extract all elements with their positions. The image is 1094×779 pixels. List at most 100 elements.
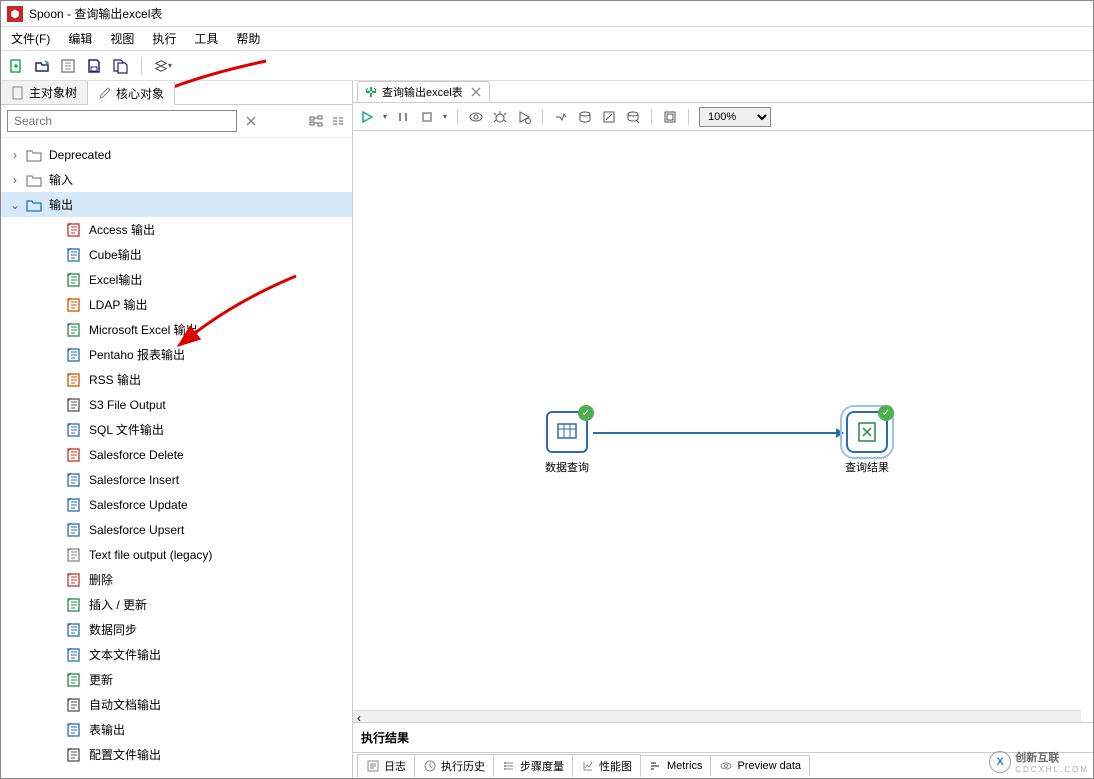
tree-output[interactable]: ⌄ 输出 (1, 192, 352, 217)
tab-core-objects-label: 核心对象 (116, 85, 164, 102)
menu-edit[interactable]: 编辑 (66, 28, 94, 49)
close-tab-icon[interactable] (471, 87, 481, 97)
menu-tools[interactable]: 工具 (192, 28, 220, 49)
tree-deprecated[interactable]: › Deprecated (1, 142, 352, 167)
tree-output-item[interactable]: Salesforce Delete (45, 442, 352, 467)
results-tab-gantt[interactable]: Metrics (640, 755, 711, 776)
tab-core-objects[interactable]: 核心对象 (88, 82, 175, 105)
metrics-icon (649, 759, 663, 773)
chevron-right-icon[interactable]: › (7, 148, 23, 162)
horizontal-scrollbar[interactable]: ‹ (353, 710, 1081, 722)
expand-all-icon[interactable] (308, 113, 324, 129)
debug-icon[interactable] (492, 109, 508, 125)
perf-graph-icon (581, 759, 595, 773)
tree-output-item[interactable]: 文本文件输出 (45, 642, 352, 667)
tree-output-item[interactable]: Text file output (legacy) (45, 542, 352, 567)
run-icon[interactable] (359, 109, 375, 125)
tree-output-item[interactable]: 删除 (45, 567, 352, 592)
run-dropdown-icon[interactable]: ▾ (383, 112, 387, 121)
step-icon (65, 622, 83, 638)
tree-output-item[interactable]: Cube输出 (45, 242, 352, 267)
preview-icon[interactable] (468, 109, 484, 125)
folder-icon (25, 172, 43, 188)
step-icon (65, 372, 83, 388)
history-icon (423, 759, 437, 773)
results-tab-metrics[interactable]: 步骤度量 (493, 754, 573, 777)
tree-item-label: Pentaho 报表输出 (89, 346, 185, 363)
tree-item-label: 配置文件输出 (89, 746, 161, 763)
results-tabs: 日志 执行历史 步骤度量 性能图 Metrics Preview data (353, 752, 1093, 778)
tree-output-item[interactable]: Pentaho 报表输出 (45, 342, 352, 367)
zoom-select[interactable]: 100% (699, 107, 771, 127)
open-file-icon[interactable] (33, 57, 51, 75)
editor-tab[interactable]: 查询输出excel表 (357, 81, 490, 102)
tree-output-item[interactable]: LDAP 输出 (45, 292, 352, 317)
tree-output-item[interactable]: 更新 (45, 667, 352, 692)
tree-item-label: Excel输出 (89, 271, 142, 288)
tree-output-item[interactable]: Excel输出 (45, 267, 352, 292)
tree-output-item[interactable]: SQL 文件输出 (45, 417, 352, 442)
tree-output-item[interactable]: S3 File Output (45, 392, 352, 417)
impact-icon[interactable] (577, 109, 593, 125)
tree-label: 输入 (49, 171, 73, 188)
results-tab-preview[interactable]: Preview data (710, 755, 810, 776)
results-tab-history[interactable]: 执行历史 (414, 754, 494, 777)
menubar: 文件(F) 编辑 视图 执行 工具 帮助 (1, 27, 1093, 51)
scroll-left-icon[interactable]: ‹ (353, 712, 365, 722)
tree-output-item[interactable]: 配置文件输出 (45, 742, 352, 767)
menu-run[interactable]: 执行 (150, 28, 178, 49)
tree-item-label: 文本文件输出 (89, 646, 161, 663)
tree-output-item[interactable]: 表输出 (45, 717, 352, 742)
tree-item-label: Salesforce Delete (89, 448, 184, 462)
tree-output-item[interactable]: 数据同步 (45, 617, 352, 642)
perspective-icon[interactable]: ▾ (154, 57, 172, 75)
collapse-all-icon[interactable] (330, 113, 346, 129)
tab-main-tree-label: 主对象树 (29, 84, 77, 101)
sql-icon[interactable] (601, 109, 617, 125)
tab-main-tree[interactable]: 主对象树 (1, 81, 88, 104)
tree-output-item[interactable]: RSS 输出 (45, 367, 352, 392)
verify-icon[interactable] (553, 109, 569, 125)
menu-file[interactable]: 文件(F) (9, 28, 52, 49)
search-input[interactable] (7, 110, 237, 132)
clear-search-icon[interactable] (243, 113, 259, 129)
menu-view[interactable]: 视图 (108, 28, 136, 49)
tree-output-item[interactable]: Salesforce Update (45, 492, 352, 517)
step-icon (65, 747, 83, 763)
save-as-icon[interactable] (111, 57, 129, 75)
canvas[interactable]: ✓ 数据查询 ✓ 查询结果 ‹ (353, 131, 1093, 722)
step-icon (65, 647, 83, 663)
chevron-down-icon[interactable]: ⌄ (7, 198, 23, 212)
stop-dropdown-icon[interactable]: ▾ (443, 112, 447, 121)
tree-output-item[interactable]: 自动文档输出 (45, 692, 352, 717)
results-tab-log[interactable]: 日志 (357, 754, 415, 777)
replay-icon[interactable] (516, 109, 532, 125)
pause-icon[interactable] (395, 109, 411, 125)
stop-icon[interactable] (419, 109, 435, 125)
step-icon (65, 322, 83, 338)
tree-output-item[interactable]: Salesforce Upsert (45, 517, 352, 542)
tree-output-item[interactable]: 插入 / 更新 (45, 592, 352, 617)
tree-item-label: 删除 (89, 571, 113, 588)
tree-output-item[interactable]: Salesforce Insert (45, 467, 352, 492)
explore-db-icon[interactable] (625, 109, 641, 125)
tree-output-item[interactable]: Access 输出 (45, 217, 352, 242)
hop[interactable] (593, 432, 843, 434)
tree-input[interactable]: › 输入 (1, 167, 352, 192)
tree-item-label: RSS 输出 (89, 371, 141, 388)
tree-label: Deprecated (49, 148, 111, 162)
menu-help[interactable]: 帮助 (234, 28, 262, 49)
tree-item-label: Access 输出 (89, 221, 155, 238)
tree-item-label: Salesforce Update (89, 498, 188, 512)
save-icon[interactable] (85, 57, 103, 75)
chevron-right-icon[interactable]: › (7, 173, 23, 187)
folder-icon (25, 197, 43, 213)
results-tab-perf[interactable]: 性能图 (572, 754, 641, 777)
new-file-icon[interactable] (7, 57, 25, 75)
tree-item-label: 自动文档输出 (89, 696, 161, 713)
step-data-query[interactable]: ✓ 数据查询 (543, 411, 591, 475)
step-query-result[interactable]: ✓ 查询结果 (843, 411, 891, 475)
explore-icon[interactable] (59, 57, 77, 75)
tree-output-item[interactable]: Microsoft Excel 输出 (45, 317, 352, 342)
show-results-icon[interactable] (662, 109, 678, 125)
